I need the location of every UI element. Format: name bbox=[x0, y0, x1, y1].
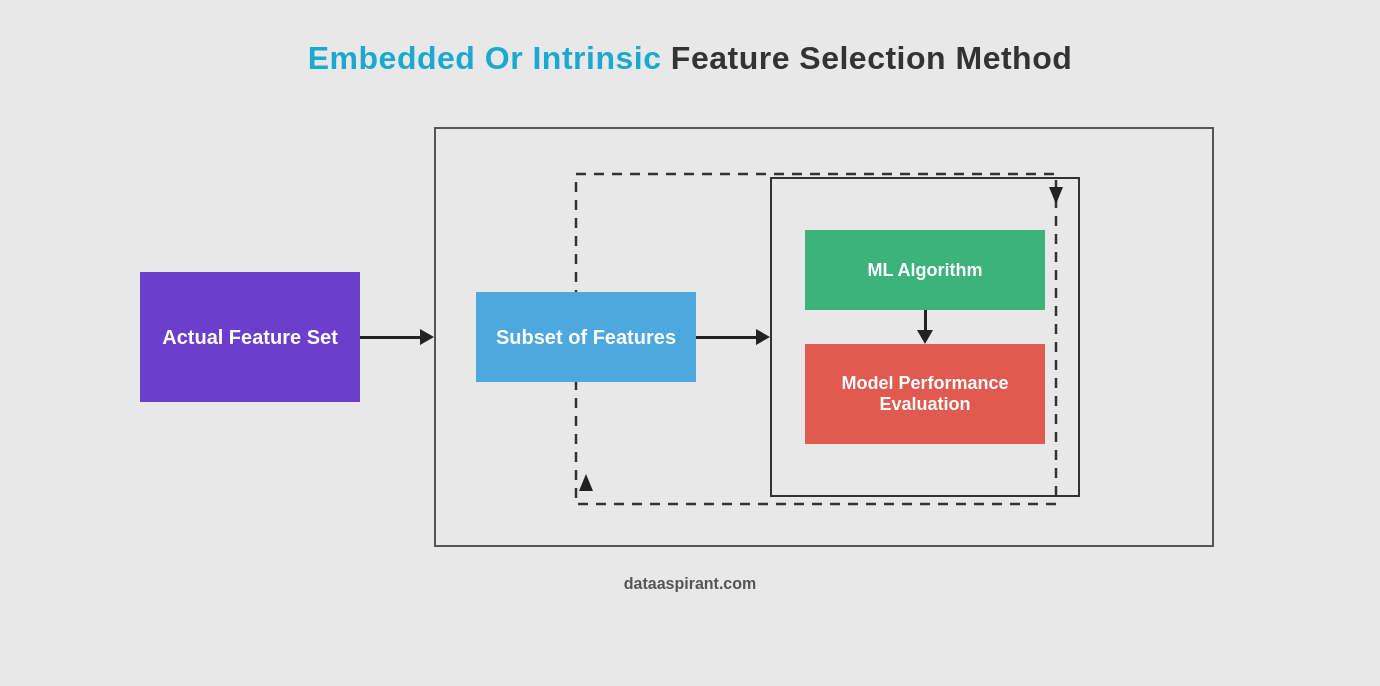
inner-arrow-v-line bbox=[924, 310, 927, 330]
ml-algorithm-label: ML Algorithm bbox=[868, 260, 983, 281]
arrow-subset-to-inner bbox=[696, 329, 770, 345]
model-performance-box: Model Performance Evaluation bbox=[805, 344, 1045, 444]
model-performance-label: Model Performance Evaluation bbox=[813, 373, 1037, 415]
subset-of-features-box: Subset of Features bbox=[476, 292, 696, 382]
watermark: dataaspirant.com bbox=[624, 575, 756, 593]
arrow-line-h1 bbox=[360, 336, 420, 339]
title-plain-part: Feature Selection Method bbox=[661, 40, 1072, 76]
ml-algorithm-box: ML Algorithm bbox=[805, 230, 1045, 310]
actual-feature-set-box: Actual Feature Set bbox=[140, 272, 360, 402]
arrow-line-h2 bbox=[696, 336, 756, 339]
arrow-head-h2 bbox=[756, 329, 770, 345]
title-colored-part: Embedded Or Intrinsic bbox=[308, 40, 662, 76]
inner-row: Subset of Features ML Algorithm Model Pe… bbox=[476, 177, 1182, 497]
diagram-area: Actual Feature Set Sub bbox=[140, 127, 1240, 547]
arrow-feature-to-outer bbox=[360, 329, 434, 345]
arrow-head-h1 bbox=[420, 329, 434, 345]
inner-arrow-down bbox=[917, 310, 933, 344]
inner-arrow-head-down bbox=[917, 330, 933, 344]
actual-feature-set-label: Actual Feature Set bbox=[162, 326, 338, 349]
subset-of-features-label: Subset of Features bbox=[496, 326, 676, 349]
page-title: Embedded Or Intrinsic Feature Selection … bbox=[308, 40, 1072, 77]
inner-box: ML Algorithm Model Performance Evaluatio… bbox=[770, 177, 1080, 497]
outer-box: Subset of Features ML Algorithm Model Pe… bbox=[434, 127, 1214, 547]
